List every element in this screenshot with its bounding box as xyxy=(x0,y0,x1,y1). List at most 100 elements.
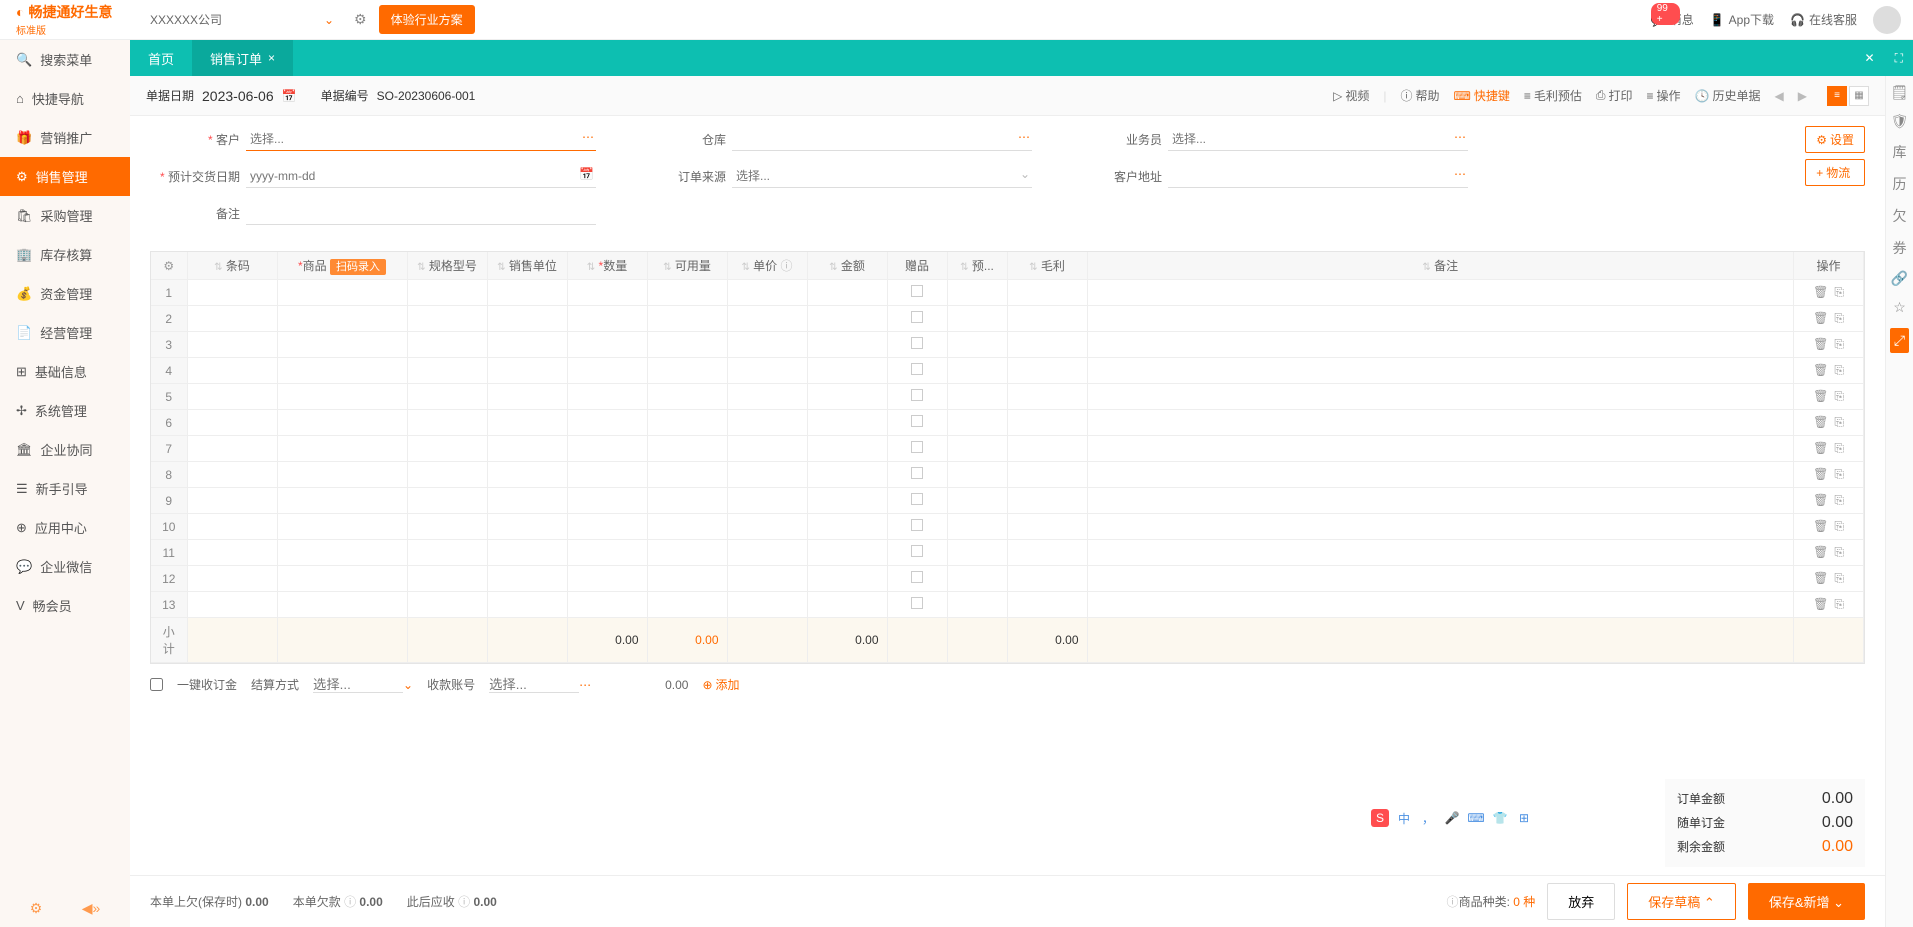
cell[interactable] xyxy=(1007,488,1087,514)
more-icon[interactable]: ⋯ xyxy=(1454,130,1466,144)
cell[interactable] xyxy=(187,332,277,358)
table-row[interactable]: 13🗑⎘ xyxy=(151,592,1864,618)
rail-expand-icon[interactable]: ⤢ xyxy=(1890,328,1909,353)
gift-checkbox[interactable] xyxy=(911,493,923,505)
cell[interactable] xyxy=(947,358,1007,384)
cell[interactable] xyxy=(1007,280,1087,306)
cell[interactable] xyxy=(727,410,807,436)
cell[interactable] xyxy=(487,280,567,306)
ime-skin-icon[interactable]: 👕 xyxy=(1491,809,1509,827)
cell[interactable] xyxy=(277,592,407,618)
account-select[interactable] xyxy=(489,677,579,693)
ime-toolbox-icon[interactable]: ⊞ xyxy=(1515,809,1533,827)
cell[interactable] xyxy=(277,566,407,592)
cell[interactable] xyxy=(487,488,567,514)
table-row[interactable]: 3🗑⎘ xyxy=(151,332,1864,358)
cell[interactable] xyxy=(1087,540,1794,566)
col-数量[interactable]: ⇅ *数量 xyxy=(567,252,647,280)
scan-button[interactable]: 扫码录入 xyxy=(330,259,386,275)
delete-icon[interactable]: 🗑 xyxy=(1813,467,1828,482)
table-row[interactable]: 10🗑⎘ xyxy=(151,514,1864,540)
salesperson-input[interactable] xyxy=(1168,128,1468,151)
cell[interactable] xyxy=(1087,306,1794,332)
cell[interactable] xyxy=(1007,410,1087,436)
cell[interactable] xyxy=(1007,462,1087,488)
cell[interactable] xyxy=(727,384,807,410)
col-赠品[interactable]: 赠品 xyxy=(887,252,947,280)
rail-icon-1[interactable]: 🗒 xyxy=(1891,84,1909,101)
table-row[interactable]: 4🗑⎘ xyxy=(151,358,1864,384)
sidebar-item-营销推广[interactable]: 🎁营销推广 xyxy=(0,118,130,157)
cell[interactable] xyxy=(187,488,277,514)
col-可用量[interactable]: ⇅ 可用量 xyxy=(647,252,727,280)
cell[interactable] xyxy=(727,436,807,462)
history-link[interactable]: 🕓历史单据 xyxy=(1695,87,1761,104)
cell[interactable] xyxy=(1007,358,1087,384)
delete-icon[interactable]: 🗑 xyxy=(1813,519,1828,534)
remark-input[interactable] xyxy=(246,202,596,225)
cell[interactable] xyxy=(1007,514,1087,540)
delete-icon[interactable]: 🗑 xyxy=(1813,415,1828,430)
cell[interactable] xyxy=(407,280,487,306)
cell[interactable] xyxy=(727,462,807,488)
col-规格型号[interactable]: ⇅ 规格型号 xyxy=(407,252,487,280)
help-icon[interactable]: ⓘ xyxy=(458,895,470,909)
help-link[interactable]: ⓘ帮助 xyxy=(1401,87,1440,104)
sidebar-item-应用中心[interactable]: ⊕应用中心 xyxy=(0,508,130,547)
cell[interactable] xyxy=(947,514,1007,540)
more-icon[interactable]: ⋯ xyxy=(579,678,591,692)
copy-icon[interactable]: ⎘ xyxy=(1834,597,1844,612)
cell[interactable] xyxy=(1087,462,1794,488)
delete-icon[interactable]: 🗑 xyxy=(1813,285,1828,300)
messages-button[interactable]: 💬消息 99 + xyxy=(1651,11,1694,28)
sidebar-item-经营管理[interactable]: 📄经营管理 xyxy=(0,313,130,352)
gift-checkbox[interactable] xyxy=(911,311,923,323)
add-button[interactable]: ⊕添加 xyxy=(702,676,739,693)
sidebar-item-库存核算[interactable]: 🏢库存核算 xyxy=(0,235,130,274)
cell[interactable] xyxy=(407,566,487,592)
copy-icon[interactable]: ⎘ xyxy=(1834,441,1844,456)
ime-logo-icon[interactable]: S xyxy=(1371,809,1389,827)
col-操作[interactable]: 操作 xyxy=(1794,252,1864,280)
cell[interactable] xyxy=(407,358,487,384)
sidebar-item-资金管理[interactable]: 💰资金管理 xyxy=(0,274,130,313)
app-download-button[interactable]: 📱App下载 xyxy=(1710,11,1774,28)
cell[interactable] xyxy=(647,332,727,358)
cell[interactable] xyxy=(187,358,277,384)
cell[interactable] xyxy=(807,384,887,410)
cell[interactable] xyxy=(947,488,1007,514)
copy-icon[interactable]: ⎘ xyxy=(1834,519,1844,534)
cell[interactable] xyxy=(807,566,887,592)
close-icon[interactable]: × xyxy=(268,51,275,65)
cell[interactable] xyxy=(1087,488,1794,514)
cell[interactable] xyxy=(567,436,647,462)
delivery-date-input[interactable] xyxy=(246,165,596,188)
cell[interactable] xyxy=(947,280,1007,306)
gift-checkbox[interactable] xyxy=(911,441,923,453)
cell[interactable] xyxy=(947,384,1007,410)
cell[interactable] xyxy=(277,540,407,566)
cell[interactable] xyxy=(647,306,727,332)
sidebar-item-系统管理[interactable]: ✢系统管理 xyxy=(0,391,130,430)
cell[interactable] xyxy=(407,306,487,332)
settle-select[interactable] xyxy=(313,677,403,693)
gift-checkbox[interactable] xyxy=(911,389,923,401)
cell[interactable] xyxy=(1007,436,1087,462)
cell[interactable] xyxy=(807,436,887,462)
gift-checkbox[interactable] xyxy=(911,415,923,427)
cell[interactable] xyxy=(947,306,1007,332)
cell[interactable] xyxy=(407,540,487,566)
cell[interactable] xyxy=(947,592,1007,618)
cell[interactable] xyxy=(1087,592,1794,618)
rail-icon-2[interactable]: 🛡 xyxy=(1891,113,1909,130)
copy-icon[interactable]: ⎘ xyxy=(1834,337,1844,352)
rail-icon-4[interactable]: 历 xyxy=(1893,174,1907,194)
cell[interactable] xyxy=(1007,566,1087,592)
rail-icon-6[interactable]: 券 xyxy=(1893,238,1907,258)
cell[interactable] xyxy=(807,306,887,332)
cell[interactable] xyxy=(947,540,1007,566)
help-icon[interactable]: ⓘ xyxy=(781,259,793,273)
cell[interactable] xyxy=(567,410,647,436)
collapse-icon[interactable]: ◀» xyxy=(82,900,101,917)
rail-icon-8[interactable]: ☆ xyxy=(1893,299,1906,316)
